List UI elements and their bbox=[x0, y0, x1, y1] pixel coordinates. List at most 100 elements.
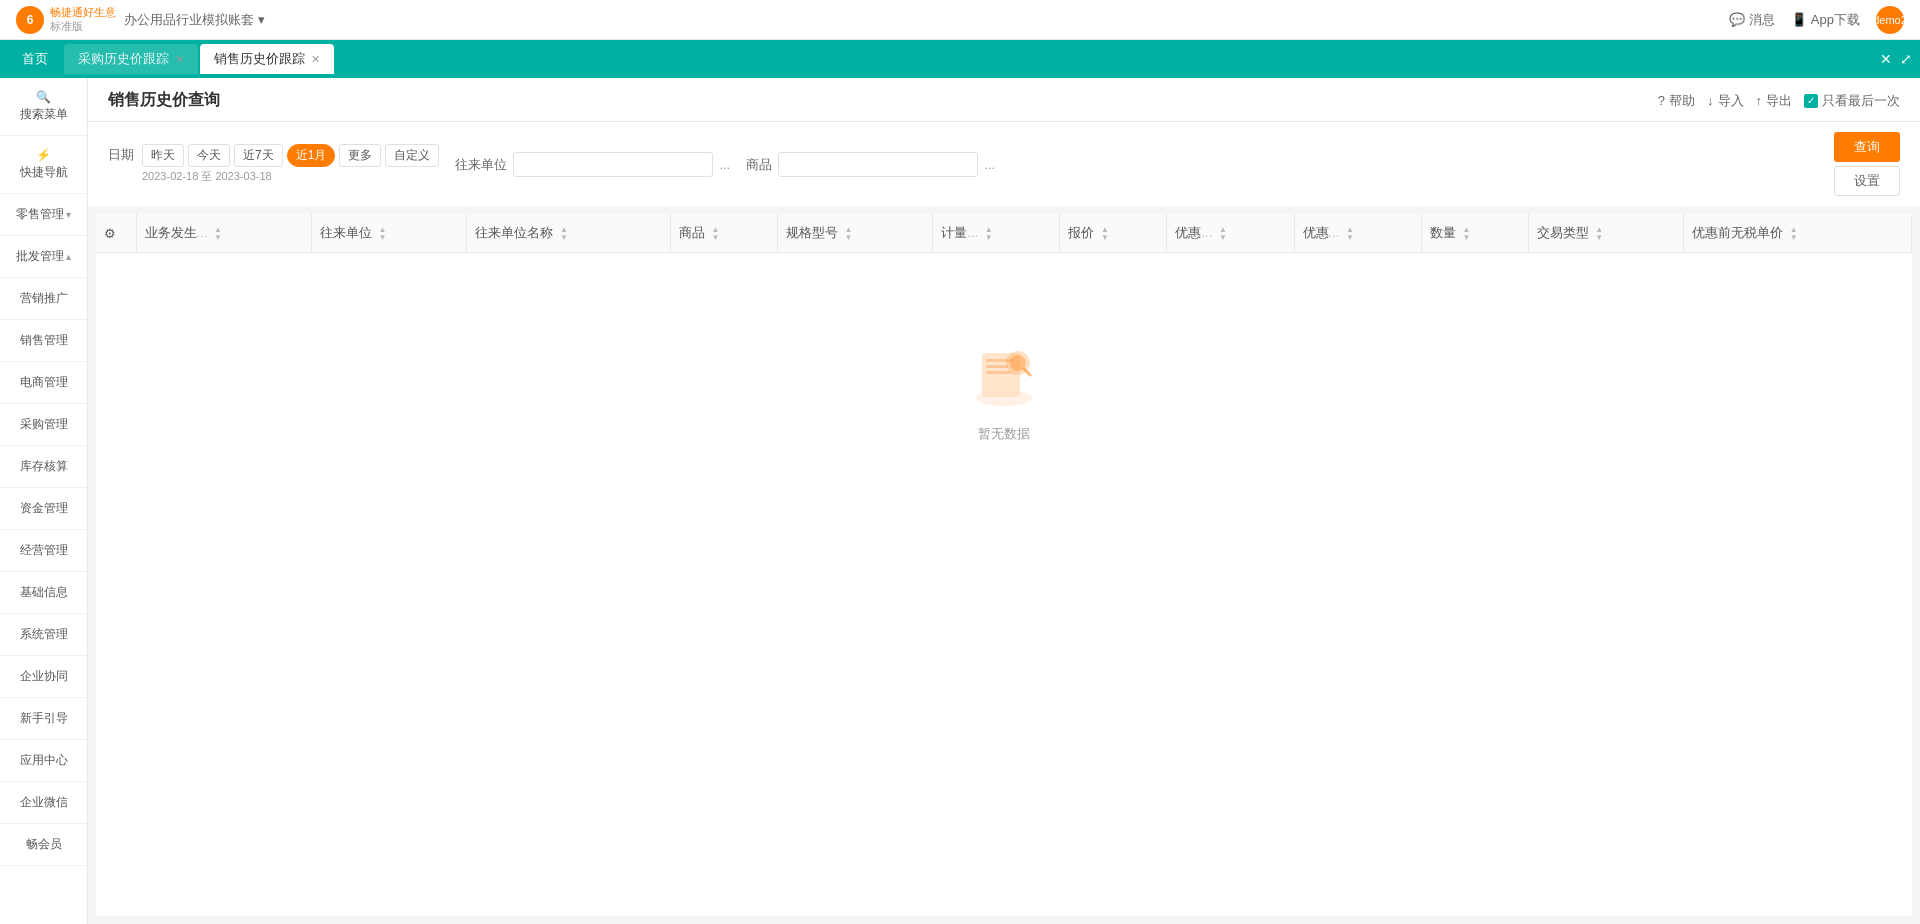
header-right: 💬 消息 📱 App下载 demo2 bbox=[1729, 6, 1904, 34]
sidebar-item-newbie[interactable]: 新手引导 bbox=[0, 698, 87, 740]
search-icon: 🔍 bbox=[36, 90, 51, 104]
col-discount1[interactable]: 优惠... ▲▼ bbox=[1167, 214, 1294, 253]
sidebar-item-enterprise[interactable]: 企业协同 bbox=[0, 656, 87, 698]
table-header-row: ⚙ 业务发生... ▲▼ 往来单位 ▲▼ 往来单位名称 ▲▼ bbox=[96, 214, 1912, 253]
top-header: 6 畅捷通好生意 标准版 办公用品行业模拟账套 ▾ 💬 消息 📱 App下载 d… bbox=[0, 0, 1920, 40]
sidebar-item-purchase[interactable]: 采购管理 bbox=[0, 404, 87, 446]
svg-line-7 bbox=[1024, 369, 1030, 375]
sort-discount2[interactable]: ▲▼ bbox=[1346, 226, 1354, 242]
tab-home[interactable]: 首页 bbox=[8, 44, 62, 74]
empty-state-text: 暂无数据 bbox=[978, 425, 1030, 443]
product-label: 商品 bbox=[746, 154, 772, 174]
col-settings[interactable]: ⚙ bbox=[96, 214, 136, 253]
svg-rect-4 bbox=[986, 371, 1011, 374]
col-trade-type-label: 交易类型 bbox=[1537, 225, 1589, 240]
sort-trade-type[interactable]: ▲▼ bbox=[1595, 226, 1603, 242]
partner-input[interactable] bbox=[513, 152, 713, 177]
date-btn-custom[interactable]: 自定义 bbox=[385, 144, 439, 167]
table-settings-icon[interactable]: ⚙ bbox=[104, 226, 116, 241]
app-download-nav[interactable]: 📱 App下载 bbox=[1791, 11, 1860, 29]
col-partner-name-label: 往来单位名称 bbox=[475, 225, 553, 240]
sort-quote[interactable]: ▲▼ bbox=[1101, 226, 1109, 242]
sales-history-tab-close[interactable]: ✕ bbox=[311, 54, 320, 65]
col-partner-name[interactable]: 往来单位名称 ▲▼ bbox=[467, 214, 671, 253]
page-title-row: 销售历史价查询 ? 帮助 ↓ 导入 ↑ 导出 ✓ bbox=[108, 90, 1900, 121]
sort-product[interactable]: ▲▼ bbox=[712, 226, 720, 242]
help-icon: ? bbox=[1658, 93, 1665, 108]
page-title: 销售历史价查询 bbox=[108, 90, 220, 111]
tab-bar: 首页 采购历史价跟踪 ✕ 销售历史价跟踪 ✕ ✕ ⤢ bbox=[0, 40, 1920, 78]
sidebar-item-marketing[interactable]: 营销推广 bbox=[0, 278, 87, 320]
date-btn-more[interactable]: 更多 bbox=[339, 144, 381, 167]
message-nav[interactable]: 💬 消息 bbox=[1729, 11, 1775, 29]
sidebar-item-member[interactable]: 畅会员 bbox=[0, 824, 87, 866]
nav-icon: ⚡ bbox=[36, 148, 51, 162]
date-btn-1month[interactable]: 近1月 bbox=[287, 144, 336, 167]
tab-purchase-history[interactable]: 采购历史价跟踪 ✕ bbox=[64, 44, 198, 74]
col-spec[interactable]: 规格型号 ▲▼ bbox=[777, 214, 932, 253]
col-quantity[interactable]: 数量 ▲▼ bbox=[1421, 214, 1528, 253]
sidebar-item-ecommerce[interactable]: 电商管理 bbox=[0, 362, 87, 404]
sidebar-item-sales-mgmt[interactable]: 销售管理 bbox=[0, 320, 87, 362]
sort-biz-date[interactable]: ▲▼ bbox=[214, 226, 222, 242]
date-btn-7days[interactable]: 近7天 bbox=[234, 144, 283, 167]
col-spec-label: 规格型号 bbox=[786, 225, 838, 240]
empty-state-icon bbox=[964, 333, 1044, 413]
sidebar: 🔍 搜索菜单 ⚡ 快捷导航 零售管理 ▾ 批发管理 ▴ 营销推广 销售管理 电商… bbox=[0, 78, 88, 924]
sidebar-item-inventory[interactable]: 库存核算 bbox=[0, 446, 87, 488]
col-unit[interactable]: 计量... ▲▼ bbox=[933, 214, 1060, 253]
empty-state-row: 暂无数据 bbox=[96, 253, 1912, 524]
only-last-checkbox-label[interactable]: ✓ 只看最后一次 bbox=[1804, 92, 1900, 110]
col-biz-date[interactable]: 业务发生... ▲▼ bbox=[136, 214, 311, 253]
workspace-selector[interactable]: 办公用品行业模拟账套 ▾ bbox=[124, 11, 265, 29]
sidebar-item-finance[interactable]: 资金管理 bbox=[0, 488, 87, 530]
col-trade-type[interactable]: 交易类型 ▲▼ bbox=[1528, 214, 1683, 253]
col-product[interactable]: 商品 ▲▼ bbox=[670, 214, 777, 253]
col-partner-code-label: 往来单位 bbox=[320, 225, 372, 240]
sidebar-item-operations[interactable]: 经营管理 bbox=[0, 530, 87, 572]
sidebar-item-retail-mgmt[interactable]: 零售管理 ▾ bbox=[0, 194, 87, 236]
sidebar-item-wechat[interactable]: 企业微信 bbox=[0, 782, 87, 824]
purchase-history-tab-close[interactable]: ✕ bbox=[175, 54, 184, 65]
date-range-display: 2023-02-18 至 2023-03-18 bbox=[142, 169, 439, 184]
sidebar-item-basic-info[interactable]: 基础信息 bbox=[0, 572, 87, 614]
product-input[interactable] bbox=[778, 152, 978, 177]
settings-button[interactable]: 设置 bbox=[1834, 166, 1900, 196]
tab-sales-history[interactable]: 销售历史价跟踪 ✕ bbox=[200, 44, 334, 74]
table-body: 暂无数据 bbox=[96, 253, 1912, 524]
export-icon: ↑ bbox=[1756, 93, 1763, 108]
col-discount2[interactable]: 优惠... ▲▼ bbox=[1294, 214, 1421, 253]
maximize-icon[interactable]: ⤢ bbox=[1900, 51, 1912, 67]
partner-ellipsis[interactable]: ... bbox=[719, 157, 730, 172]
col-quote[interactable]: 报价 ▲▼ bbox=[1060, 214, 1167, 253]
col-discount1-label: 优惠 bbox=[1175, 225, 1201, 240]
sidebar-item-quick-nav[interactable]: ⚡ 快捷导航 bbox=[0, 136, 87, 194]
help-action[interactable]: ? 帮助 bbox=[1658, 92, 1695, 110]
logo-area: 6 畅捷通好生意 标准版 bbox=[16, 6, 116, 34]
only-last-checkbox[interactable]: ✓ bbox=[1804, 94, 1818, 108]
sidebar-item-wholesale-mgmt[interactable]: 批发管理 ▴ bbox=[0, 236, 87, 278]
date-btn-today[interactable]: 今天 bbox=[188, 144, 230, 167]
sort-partner-code[interactable]: ▲▼ bbox=[379, 226, 387, 242]
col-partner-code[interactable]: 往来单位 ▲▼ bbox=[311, 214, 466, 253]
user-area[interactable]: demo2 bbox=[1876, 6, 1904, 34]
sort-spec[interactable]: ▲▼ bbox=[845, 226, 853, 242]
sidebar-item-system[interactable]: 系统管理 bbox=[0, 614, 87, 656]
export-action[interactable]: ↑ 导出 bbox=[1756, 92, 1793, 110]
chevron-down-icon: ▾ bbox=[66, 209, 71, 220]
sort-partner-name[interactable]: ▲▼ bbox=[560, 226, 568, 242]
sort-discount1[interactable]: ▲▼ bbox=[1219, 226, 1227, 242]
product-ellipsis[interactable]: ... bbox=[984, 157, 995, 172]
col-pretax-price[interactable]: 优惠前无税单价 ▲▼ bbox=[1684, 214, 1912, 253]
import-action[interactable]: ↓ 导入 bbox=[1707, 92, 1744, 110]
data-table: ⚙ 业务发生... ▲▼ 往来单位 ▲▼ 往来单位名称 ▲▼ bbox=[96, 214, 1912, 523]
query-button[interactable]: 查询 bbox=[1834, 132, 1900, 162]
sort-quantity[interactable]: ▲▼ bbox=[1462, 226, 1470, 242]
date-btn-yesterday[interactable]: 昨天 bbox=[142, 144, 184, 167]
sidebar-item-app-center[interactable]: 应用中心 bbox=[0, 740, 87, 782]
sort-unit[interactable]: ▲▼ bbox=[985, 226, 993, 242]
sidebar-item-search-menu[interactable]: 🔍 搜索菜单 bbox=[0, 78, 87, 136]
sort-pretax-price[interactable]: ▲▼ bbox=[1790, 226, 1798, 242]
close-window-icon[interactable]: ✕ bbox=[1880, 51, 1892, 67]
filter-row: 日期 昨天 今天 近7天 近1月 更多 自定义 2023-02-18 至 202… bbox=[88, 122, 1920, 206]
